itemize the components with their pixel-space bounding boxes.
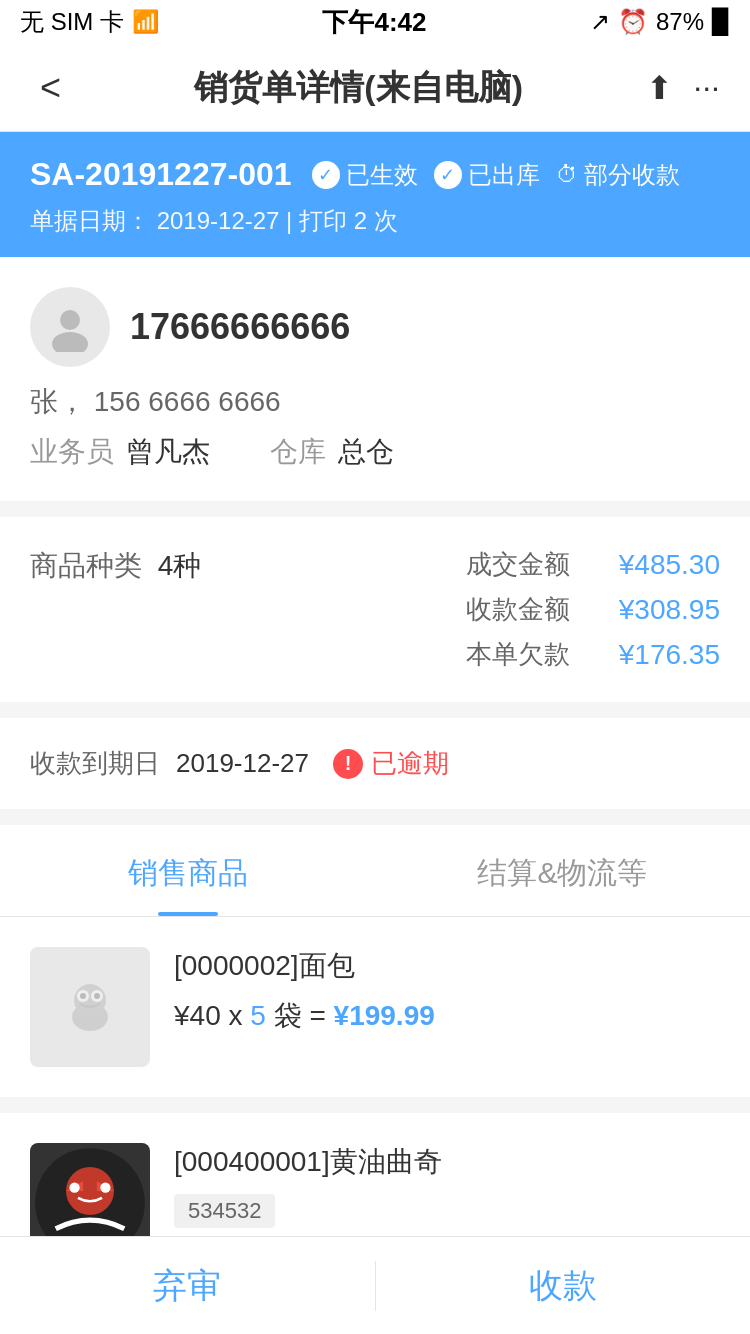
- svg-point-5: [80, 993, 86, 999]
- product-name-bread: [0000002]面包: [174, 947, 720, 985]
- amount-section: 商品种类 4种 成交金额 ¥485.30 收款金额 ¥308.95 本单欠款 ¥…: [0, 517, 750, 702]
- deal-amount-value: ¥485.30: [590, 549, 720, 581]
- unit-bread: 袋: [274, 1000, 302, 1031]
- avatar: [30, 287, 110, 367]
- battery-icon: ▉: [712, 8, 730, 36]
- svg-point-0: [60, 310, 80, 330]
- bottom-toolbar: 弃审 收款: [0, 1236, 750, 1334]
- received-amount-value: ¥308.95: [590, 594, 720, 626]
- deal-amount-label: 成交金额: [466, 547, 570, 582]
- order-header-top: SA-20191227-001 ✓ 已生效 ✓ 已出库 ⏱ 部分收款: [30, 156, 720, 193]
- badge-partial-label: 部分收款: [584, 159, 680, 191]
- tab-sales-products[interactable]: 销售商品: [0, 825, 375, 916]
- wifi-icon: 📶: [132, 9, 159, 35]
- received-amount-row: 收款金额 ¥308.95: [466, 592, 720, 627]
- overdue-badge: ! 已逾期: [333, 746, 449, 781]
- tab-sales-label: 销售商品: [128, 856, 248, 889]
- due-date-label: 收款到期日: [30, 746, 160, 781]
- customer-section: 17666666666 张， 156 6666 6666 业务员 曾凡杰 仓库 …: [0, 257, 750, 501]
- order-number: SA-20191227-001: [30, 156, 292, 193]
- cancel-button[interactable]: 弃审: [0, 1243, 375, 1329]
- due-section: 收款到期日 2019-12-27 ! 已逾期: [0, 718, 750, 809]
- product-count-value: 4种: [158, 550, 202, 581]
- overdue-icon: !: [333, 749, 363, 779]
- tab-billing-label: 结算&物流等: [477, 856, 647, 889]
- meta-date-value: 2019-12-27: [157, 207, 280, 234]
- status-right: ↗ ⏰ 87% ▉: [590, 8, 730, 36]
- received-amount-label: 收款金额: [466, 592, 570, 627]
- total-bread: ¥199.99: [334, 1000, 435, 1031]
- overdue-text: 已逾期: [371, 746, 449, 781]
- battery-text: 87%: [656, 8, 704, 36]
- back-button[interactable]: <: [30, 57, 71, 119]
- sales-rep-label: 业务员: [30, 433, 114, 471]
- product-name-cookie: [000400001]黄油曲奇: [174, 1143, 720, 1181]
- alarm-icon: ⏰: [618, 8, 648, 36]
- meta-date-label: 单据日期：: [30, 207, 150, 234]
- svg-point-11: [69, 1182, 79, 1192]
- product-price-bread: ¥40 x 5 袋 = ¥199.99: [174, 997, 720, 1035]
- status-bar: 无 SIM 卡 📶 下午4:42 ↗ ⏰ 87% ▉: [0, 0, 750, 44]
- list-item: [0000002]面包 ¥40 x 5 袋 = ¥199.99: [0, 917, 750, 1097]
- badge-shipped-label: 已出库: [468, 159, 540, 191]
- tab-billing[interactable]: 结算&物流等: [375, 825, 750, 916]
- status-time: 下午4:42: [322, 5, 426, 40]
- more-button[interactable]: ···: [693, 69, 720, 106]
- product-types-label: 商品种类: [30, 550, 142, 581]
- tabs-section: 销售商品 结算&物流等: [0, 825, 750, 917]
- svg-point-1: [52, 332, 88, 352]
- status-left: 无 SIM 卡 📶: [20, 6, 159, 38]
- confirm-button[interactable]: 收款: [376, 1243, 751, 1329]
- customer-row: 17666666666: [30, 287, 720, 367]
- warehouse-value: 总仓: [338, 433, 394, 471]
- warehouse-item: 仓库 总仓: [270, 433, 394, 471]
- product-types: 商品种类 4种: [30, 547, 201, 585]
- due-date-value: 2019-12-27: [176, 748, 309, 779]
- nav-actions: ⬆ ···: [646, 69, 720, 107]
- product-info-bread: [0000002]面包 ¥40 x 5 袋 = ¥199.99: [174, 947, 720, 1035]
- amount-details: 成交金额 ¥485.30 收款金额 ¥308.95 本单欠款 ¥176.35: [466, 547, 720, 672]
- location-icon: ↗: [590, 8, 610, 36]
- customer-info-row: 业务员 曾凡杰 仓库 总仓: [30, 433, 720, 471]
- sales-rep-value: 曾凡杰: [126, 433, 210, 471]
- checkmark-icon-effective: ✓: [312, 161, 340, 189]
- customer-phone-number: 156 6666 6666: [94, 386, 281, 417]
- tabs-row: 销售商品 结算&物流等: [0, 825, 750, 917]
- sales-rep-item: 业务员 曾凡杰: [30, 433, 210, 471]
- owed-amount-value: ¥176.35: [590, 639, 720, 671]
- badge-partial: ⏱ 部分收款: [556, 159, 680, 191]
- nav-bar: < 销货单详情(来自电脑) ⬆ ···: [0, 44, 750, 132]
- clock-icon: ⏱: [556, 162, 578, 188]
- product-sku-cookie: 534532: [174, 1194, 275, 1228]
- price-bread: ¥40: [174, 1000, 221, 1031]
- qty-bread: 5: [250, 1000, 266, 1031]
- order-meta: 单据日期： 2019-12-27 | 打印 2 次: [30, 205, 720, 237]
- share-button[interactable]: ⬆: [646, 69, 673, 107]
- customer-id: 17666666666: [130, 306, 350, 348]
- customer-phone: 张， 156 6666 6666: [30, 383, 720, 421]
- checkmark-icon-shipped: ✓: [434, 161, 462, 189]
- status-badges: ✓ 已生效 ✓ 已出库 ⏱ 部分收款: [312, 159, 680, 191]
- warehouse-label: 仓库: [270, 433, 326, 471]
- meta-print-info: | 打印 2 次: [286, 207, 398, 234]
- page-title: 销货单详情(来自电脑): [194, 65, 523, 111]
- deal-amount-row: 成交金额 ¥485.30: [466, 547, 720, 582]
- product-image-bread: [30, 947, 150, 1067]
- svg-point-6: [94, 993, 100, 999]
- order-header: SA-20191227-001 ✓ 已生效 ✓ 已出库 ⏱ 部分收款 单据日期：…: [0, 132, 750, 257]
- badge-effective: ✓ 已生效: [312, 159, 418, 191]
- badge-shipped: ✓ 已出库: [434, 159, 540, 191]
- owed-amount-label: 本单欠款: [466, 637, 570, 672]
- svg-point-12: [100, 1182, 110, 1192]
- carrier-text: 无 SIM 卡: [20, 6, 124, 38]
- owed-amount-row: 本单欠款 ¥176.35: [466, 637, 720, 672]
- badge-effective-label: 已生效: [346, 159, 418, 191]
- customer-name-text: 张，: [30, 386, 86, 417]
